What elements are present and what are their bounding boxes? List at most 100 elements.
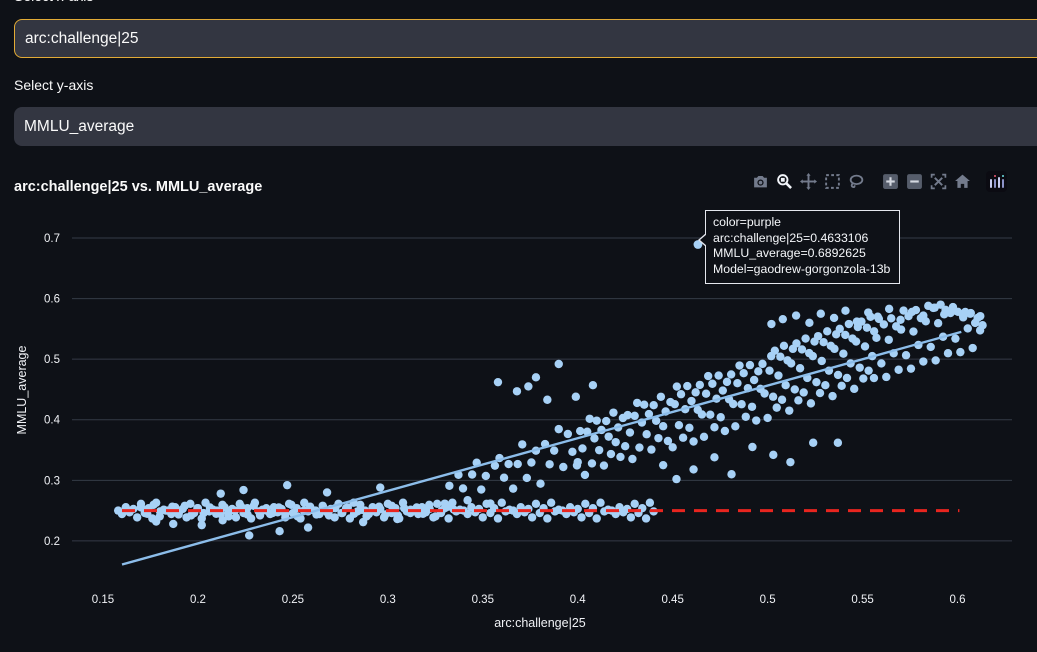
- data-point[interactable]: [136, 503, 146, 512]
- data-point[interactable]: [708, 379, 717, 388]
- zoom-out-button[interactable]: [902, 169, 926, 193]
- data-point[interactable]: [620, 442, 630, 451]
- data-point[interactable]: [151, 517, 161, 526]
- data-point[interactable]: [862, 323, 872, 332]
- data-point[interactable]: [956, 347, 965, 357]
- data-point[interactable]: [580, 470, 590, 480]
- data-point[interactable]: [546, 498, 556, 507]
- data-point[interactable]: [769, 450, 778, 460]
- data-point[interactable]: [726, 370, 736, 379]
- data-point[interactable]: [445, 481, 454, 490]
- data-point[interactable]: [768, 392, 778, 401]
- data-point[interactable]: [687, 396, 696, 406]
- data-point[interactable]: [478, 513, 487, 522]
- data-point[interactable]: [741, 412, 750, 421]
- data-point[interactable]: [731, 422, 740, 431]
- data-point[interactable]: [778, 314, 788, 324]
- data-point[interactable]: [859, 374, 868, 383]
- data-point[interactable]: [816, 309, 825, 318]
- data-point[interactable]: [695, 380, 705, 390]
- data-point[interactable]: [839, 349, 848, 358]
- data-point[interactable]: [186, 511, 196, 520]
- data-point[interactable]: [239, 485, 248, 495]
- data-point[interactable]: [444, 514, 453, 523]
- data-point[interactable]: [873, 312, 882, 321]
- data-point[interactable]: [777, 395, 787, 404]
- data-point[interactable]: [710, 423, 719, 432]
- x-axis-select[interactable]: arc:challenge|25: [14, 19, 1037, 58]
- data-point[interactable]: [963, 324, 972, 333]
- data-point[interactable]: [790, 385, 799, 394]
- data-point[interactable]: [767, 319, 776, 329]
- data-point[interactable]: [714, 371, 723, 380]
- data-point[interactable]: [218, 500, 227, 509]
- data-point[interactable]: [676, 390, 686, 399]
- data-point[interactable]: [745, 360, 755, 370]
- data-point[interactable]: [594, 445, 604, 455]
- data-point[interactable]: [758, 359, 767, 369]
- data-point[interactable]: [458, 484, 468, 493]
- data-point[interactable]: [649, 401, 658, 410]
- data-point[interactable]: [706, 410, 715, 419]
- data-point[interactable]: [919, 357, 928, 366]
- data-point[interactable]: [493, 514, 503, 523]
- data-point[interactable]: [733, 379, 742, 388]
- data-point[interactable]: [815, 388, 825, 398]
- data-point[interactable]: [218, 516, 227, 525]
- data-point[interactable]: [909, 327, 918, 336]
- data-point[interactable]: [518, 440, 527, 449]
- data-point[interactable]: [864, 308, 873, 317]
- data-point[interactable]: [508, 484, 518, 493]
- data-point[interactable]: [772, 403, 781, 412]
- data-point[interactable]: [481, 471, 491, 481]
- data-point[interactable]: [697, 410, 707, 419]
- data-point[interactable]: [894, 365, 903, 374]
- data-point[interactable]: [658, 460, 668, 470]
- data-point[interactable]: [536, 479, 545, 488]
- data-point[interactable]: [691, 388, 700, 397]
- data-point[interactable]: [678, 433, 688, 442]
- data-point[interactable]: [654, 433, 663, 443]
- data-point[interactable]: [806, 399, 816, 408]
- data-point[interactable]: [431, 512, 440, 521]
- data-point[interactable]: [683, 381, 692, 391]
- data-point[interactable]: [393, 514, 402, 524]
- data-point[interactable]: [754, 367, 763, 376]
- data-point[interactable]: [812, 377, 821, 387]
- data-point[interactable]: [884, 335, 893, 344]
- data-point[interactable]: [656, 392, 666, 401]
- data-point[interactable]: [527, 458, 536, 467]
- data-point[interactable]: [896, 325, 906, 334]
- data-point[interactable]: [926, 342, 935, 352]
- data-point[interactable]: [966, 308, 975, 318]
- data-point[interactable]: [949, 306, 958, 315]
- data-point[interactable]: [842, 373, 852, 383]
- data-point[interactable]: [930, 303, 939, 312]
- data-point[interactable]: [869, 373, 879, 383]
- data-point[interactable]: [180, 501, 190, 510]
- data-point[interactable]: [647, 445, 656, 454]
- data-point[interactable]: [324, 511, 334, 520]
- data-point[interactable]: [463, 496, 472, 505]
- data-point[interactable]: [493, 377, 503, 387]
- data-point[interactable]: [829, 313, 839, 323]
- data-point[interactable]: [735, 361, 744, 370]
- data-point[interactable]: [630, 411, 639, 421]
- data-point[interactable]: [387, 501, 396, 510]
- data-point[interactable]: [628, 454, 637, 464]
- data-point[interactable]: [833, 438, 843, 447]
- lasso-select-button[interactable]: [844, 169, 868, 193]
- data-point[interactable]: [599, 461, 609, 470]
- data-point[interactable]: [527, 513, 537, 522]
- data-point[interactable]: [703, 371, 713, 381]
- data-point[interactable]: [604, 432, 613, 441]
- data-point[interactable]: [701, 389, 711, 398]
- data-point[interactable]: [585, 414, 594, 423]
- data-point[interactable]: [795, 364, 805, 373]
- data-point[interactable]: [611, 437, 620, 447]
- data-point[interactable]: [467, 470, 477, 479]
- data-point[interactable]: [287, 500, 296, 509]
- data-point[interactable]: [729, 399, 738, 409]
- data-point[interactable]: [609, 408, 618, 417]
- data-point[interactable]: [674, 420, 684, 430]
